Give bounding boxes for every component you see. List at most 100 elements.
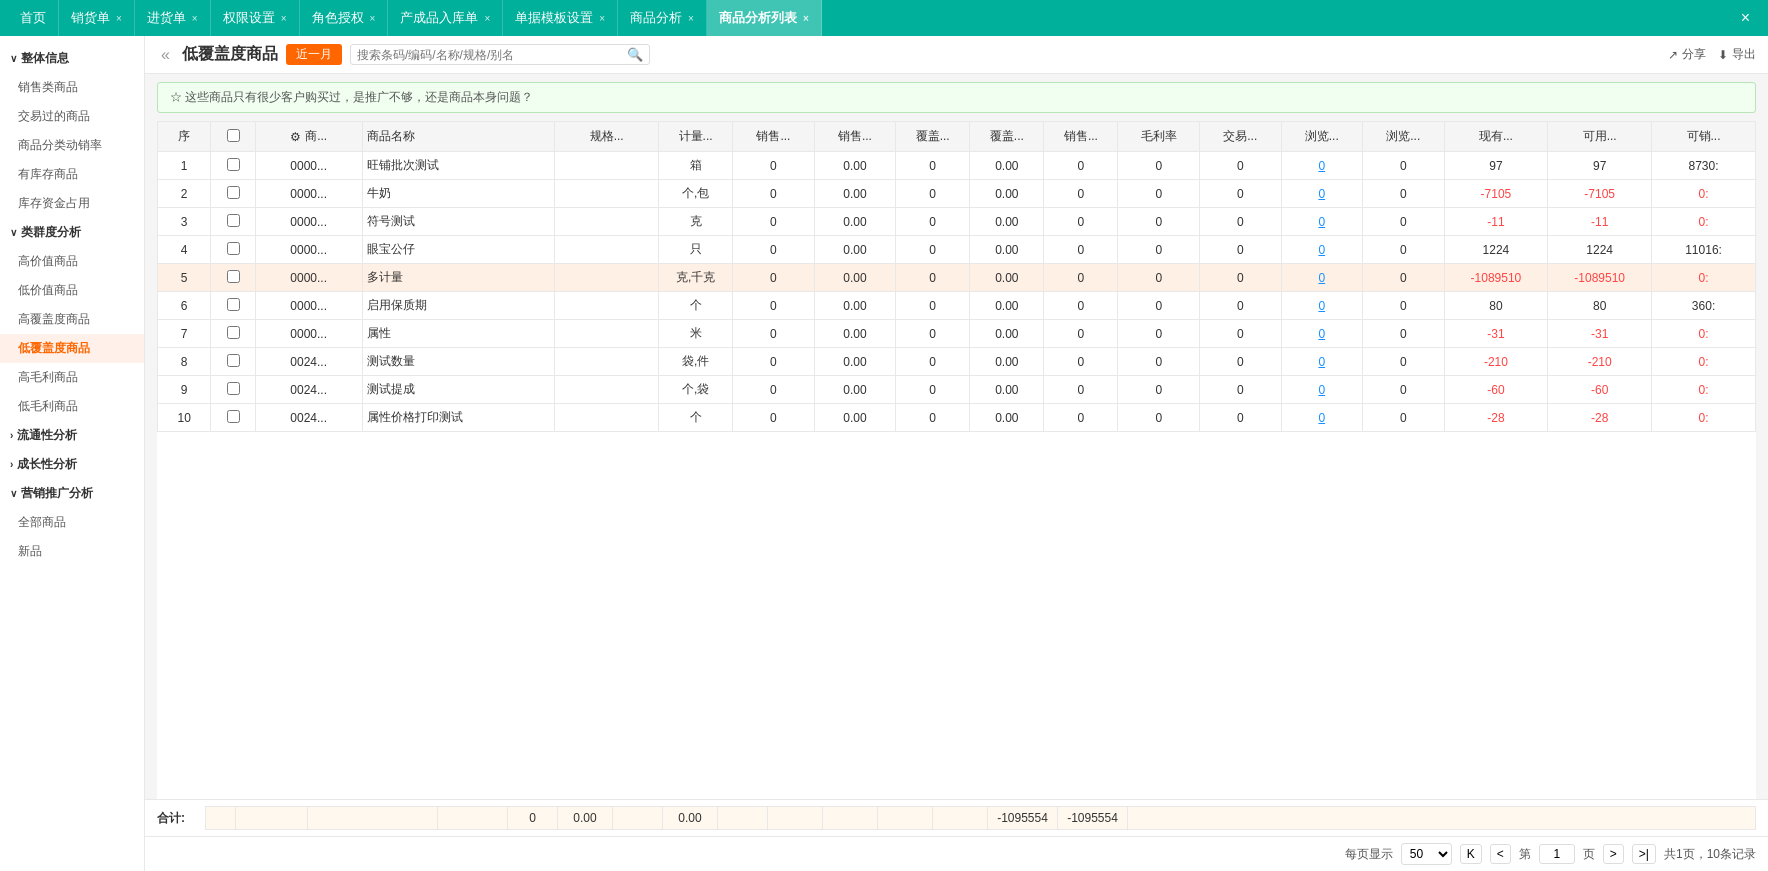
table-cell[interactable]: 0	[1281, 180, 1363, 208]
row-checkbox[interactable]	[227, 382, 240, 395]
search-icon[interactable]: 🔍	[627, 47, 643, 62]
row-checkbox[interactable]	[227, 326, 240, 339]
per-page-select[interactable]: 50 20 100	[1401, 843, 1452, 865]
table-cell: 80	[1548, 292, 1652, 320]
sidebar-section-overall[interactable]: ∨ 整体信息	[0, 44, 144, 73]
nav-template-settings[interactable]: 单据模板设置 ×	[503, 0, 618, 36]
global-close-button[interactable]: ×	[1731, 9, 1760, 27]
browse-link[interactable]: 0	[1318, 299, 1325, 313]
col-header-sales-amt: 销售...	[814, 122, 896, 152]
table-cell: 0	[1044, 348, 1118, 376]
browse-link[interactable]: 0	[1318, 187, 1325, 201]
table-cell[interactable]	[211, 208, 255, 236]
table-cell[interactable]: 0	[1281, 348, 1363, 376]
sidebar-item-high-value[interactable]: 高价值商品	[0, 247, 144, 276]
next-page-button[interactable]: >	[1603, 844, 1624, 864]
nav-sales-order[interactable]: 销货单 ×	[59, 0, 135, 36]
table-cell[interactable]: 0	[1281, 404, 1363, 432]
browse-link[interactable]: 0	[1318, 327, 1325, 341]
table-cell[interactable]: 0	[1281, 292, 1363, 320]
nav-product-analysis-list[interactable]: 商品分析列表 ×	[707, 0, 822, 36]
browse-link[interactable]: 0	[1318, 215, 1325, 229]
browse-link[interactable]: 0	[1318, 383, 1325, 397]
nav-product-inbound[interactable]: 产成品入库单 ×	[388, 0, 503, 36]
table-cell[interactable]	[211, 320, 255, 348]
row-checkbox[interactable]	[227, 242, 240, 255]
sidebar-item-all-products[interactable]: 全部商品	[0, 508, 144, 537]
table-cell[interactable]	[211, 404, 255, 432]
table-cell[interactable]	[211, 348, 255, 376]
close-product-analysis-icon[interactable]: ×	[688, 13, 694, 24]
sidebar-item-low-coverage[interactable]: 低覆盖度商品	[0, 334, 144, 363]
sidebar-item-low-margin[interactable]: 低毛利商品	[0, 392, 144, 421]
table-cell[interactable]: 0	[1281, 152, 1363, 180]
close-product-analysis-list-icon[interactable]: ×	[803, 13, 809, 24]
table-cell[interactable]	[211, 180, 255, 208]
browse-link[interactable]: 0	[1318, 355, 1325, 369]
table-cell[interactable]	[211, 292, 255, 320]
sidebar-collapse-button[interactable]: «	[157, 46, 174, 64]
sidebar-section-group-analysis[interactable]: ∨ 类群度分析	[0, 218, 144, 247]
nav-product-analysis[interactable]: 商品分析 ×	[618, 0, 707, 36]
nav-permission[interactable]: 权限设置 ×	[211, 0, 300, 36]
table-cell: -210	[1444, 348, 1548, 376]
sidebar-item-stock-capital[interactable]: 库存资金占用	[0, 189, 144, 218]
browse-link[interactable]: 0	[1318, 411, 1325, 425]
table-cell[interactable]	[211, 376, 255, 404]
browse-link[interactable]: 0	[1318, 243, 1325, 257]
settings-icon[interactable]: ⚙	[290, 130, 301, 144]
browse-link[interactable]: 0	[1318, 159, 1325, 173]
sidebar-section-liquidity[interactable]: › 流通性分析	[0, 421, 144, 450]
row-checkbox[interactable]	[227, 410, 240, 423]
nav-role-auth[interactable]: 角色授权 ×	[300, 0, 389, 36]
table-cell: 0	[896, 376, 970, 404]
first-page-button[interactable]: K	[1460, 844, 1482, 864]
sidebar-item-sales-products[interactable]: 销售类商品	[0, 73, 144, 102]
select-all-checkbox[interactable]	[227, 129, 240, 142]
sidebar-item-traded-products[interactable]: 交易过的商品	[0, 102, 144, 131]
table-cell[interactable]	[211, 236, 255, 264]
table-wrapper[interactable]: 序 ⚙ 商... 商品名称 规格... 计量...	[157, 121, 1756, 799]
close-role-auth-icon[interactable]: ×	[370, 13, 376, 24]
nav-home[interactable]: 首页	[8, 0, 59, 36]
table-cell[interactable]: 0	[1281, 236, 1363, 264]
close-purchase-order-icon[interactable]: ×	[192, 13, 198, 24]
share-button[interactable]: ↗ 分享	[1668, 46, 1706, 63]
search-input[interactable]	[357, 48, 627, 62]
sidebar-item-high-margin[interactable]: 高毛利商品	[0, 363, 144, 392]
row-checkbox[interactable]	[227, 354, 240, 367]
close-template-settings-icon[interactable]: ×	[599, 13, 605, 24]
table-cell[interactable]	[211, 264, 255, 292]
row-checkbox[interactable]	[227, 214, 240, 227]
close-sales-order-icon[interactable]: ×	[116, 13, 122, 24]
sidebar-item-category-turnover[interactable]: 商品分类动销率	[0, 131, 144, 160]
table-cell[interactable]: 0	[1281, 376, 1363, 404]
sidebar-section-marketing[interactable]: ∨ 营销推广分析	[0, 479, 144, 508]
table-cell: 0.00	[970, 152, 1044, 180]
table-cell	[555, 152, 659, 180]
sidebar-item-new-products[interactable]: 新品	[0, 537, 144, 566]
close-permission-icon[interactable]: ×	[281, 13, 287, 24]
row-checkbox[interactable]	[227, 298, 240, 311]
nav-purchase-order[interactable]: 进货单 ×	[135, 0, 211, 36]
prev-page-button[interactable]: <	[1490, 844, 1511, 864]
sidebar-section-growth[interactable]: › 成长性分析	[0, 450, 144, 479]
last-page-button[interactable]: >|	[1632, 844, 1656, 864]
sidebar-item-high-coverage[interactable]: 高覆盖度商品	[0, 305, 144, 334]
group-analysis-collapse-icon: ∨	[10, 227, 17, 238]
sidebar-item-low-value[interactable]: 低价值商品	[0, 276, 144, 305]
sidebar-item-in-stock[interactable]: 有库存商品	[0, 160, 144, 189]
export-button[interactable]: ⬇ 导出	[1718, 46, 1756, 63]
row-checkbox[interactable]	[227, 270, 240, 283]
row-checkbox[interactable]	[227, 158, 240, 171]
row-checkbox[interactable]	[227, 186, 240, 199]
table-cell[interactable]: 0	[1281, 320, 1363, 348]
time-filter-button[interactable]: 近一月	[286, 44, 342, 65]
summary-sales-amt: 0.00	[558, 807, 613, 830]
page-number-input[interactable]	[1539, 844, 1575, 864]
close-product-inbound-icon[interactable]: ×	[484, 13, 490, 24]
table-cell[interactable]	[211, 152, 255, 180]
table-cell[interactable]: 0	[1281, 208, 1363, 236]
browse-link[interactable]: 0	[1318, 271, 1325, 285]
table-cell[interactable]: 0	[1281, 264, 1363, 292]
